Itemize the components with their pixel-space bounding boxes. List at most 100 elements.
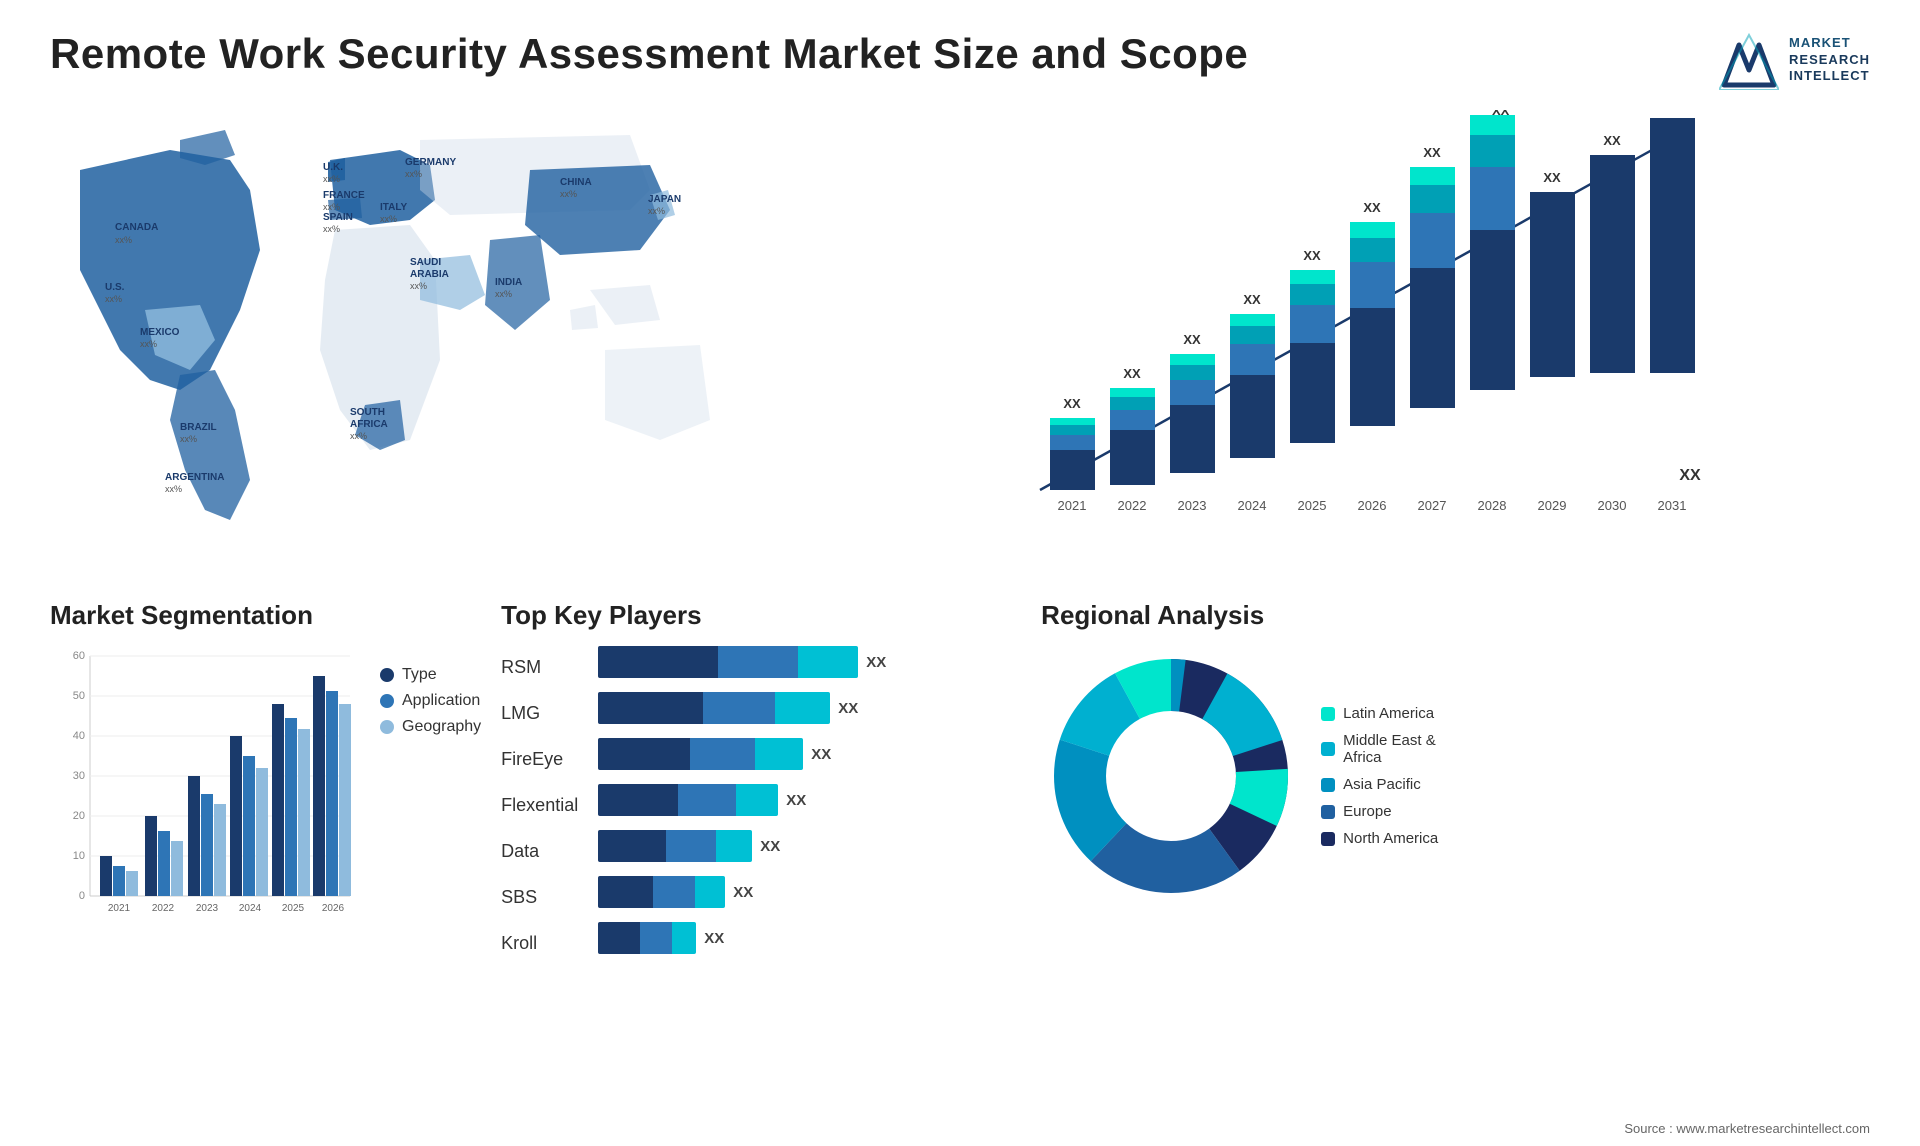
lmg-bar xyxy=(598,692,830,724)
rsm-value: XX xyxy=(866,654,886,671)
kroll-value: XX xyxy=(704,930,724,947)
flexential-bar-row: XX xyxy=(598,784,1021,816)
page-title: Remote Work Security Assessment Market S… xyxy=(50,30,1248,78)
flexential-bar xyxy=(598,784,778,816)
key-players-title: Top Key Players xyxy=(501,600,1021,631)
bar-chart-container: 2021 XX 2022 XX 2023 XX xyxy=(830,110,1870,570)
svg-text:2024: 2024 xyxy=(239,903,262,914)
svg-text:XX: XX xyxy=(1123,366,1141,381)
svg-text:JAPAN: JAPAN xyxy=(648,194,681,205)
svg-text:XX: XX xyxy=(1243,292,1261,307)
type-dot xyxy=(380,668,394,682)
application-dot xyxy=(380,694,394,708)
reg-asia-pacific: Asia Pacific xyxy=(1321,776,1438,793)
svg-text:2022: 2022 xyxy=(1118,498,1147,513)
players-bars: XX XX xyxy=(598,646,1021,959)
reg-europe: Europe xyxy=(1321,803,1438,820)
europe-dot xyxy=(1321,805,1335,819)
svg-text:2023: 2023 xyxy=(1178,498,1207,513)
svg-text:xx%: xx% xyxy=(323,202,340,212)
legend-geography: Geography xyxy=(380,718,481,736)
regional-section: Regional Analysis xyxy=(1041,600,1870,990)
segmentation-chart: 0 10 20 30 40 50 60 xyxy=(50,646,360,936)
top-row: CANADA xx% U.S. xx% MEXICO xx% BRAZIL xx… xyxy=(50,110,1870,570)
source-text: Source : www.marketresearchintellect.com xyxy=(1624,1121,1870,1136)
svg-text:40: 40 xyxy=(73,730,85,742)
svg-text:FRANCE: FRANCE xyxy=(323,190,365,201)
geography-dot xyxy=(380,720,394,734)
lmg-bar-row: XX xyxy=(598,692,1021,724)
sbs-bar xyxy=(598,876,725,908)
svg-text:10: 10 xyxy=(73,850,85,862)
fireeye-value: XX xyxy=(811,746,831,763)
svg-text:xx%: xx% xyxy=(380,214,397,224)
svg-text:xx%: xx% xyxy=(323,174,340,184)
svg-text:XX: XX xyxy=(1423,145,1441,160)
asia-pacific-dot xyxy=(1321,778,1335,792)
logo: MARKET RESEARCH INTELLECT xyxy=(1719,30,1870,90)
segmentation-legend: Type Application Geography xyxy=(380,646,481,736)
legend-application: Application xyxy=(380,692,481,710)
canada-label: CANADA xyxy=(115,222,158,233)
player-fireeye: FireEye xyxy=(501,743,578,775)
svg-text:xx%: xx% xyxy=(115,235,132,245)
svg-text:xx%: xx% xyxy=(140,339,157,349)
player-flexential: Flexential xyxy=(501,789,578,821)
data-bar xyxy=(598,830,752,862)
svg-text:2029: 2029 xyxy=(1538,498,1567,513)
rsm-bar-row: XX xyxy=(598,646,1021,678)
svg-text:2031: 2031 xyxy=(1658,498,1687,513)
svg-text:ITALY: ITALY xyxy=(380,202,408,213)
segmentation-section: Market Segmentation 0 10 20 30 40 50 60 xyxy=(50,600,481,990)
svg-text:BRAZIL: BRAZIL xyxy=(180,422,217,433)
rsm-bar xyxy=(598,646,858,678)
svg-text:2026: 2026 xyxy=(322,903,345,914)
svg-text:2025: 2025 xyxy=(1298,498,1327,513)
svg-text:2026: 2026 xyxy=(1358,498,1387,513)
players-labels: RSM LMG FireEye Flexential Data SBS Krol… xyxy=(501,646,578,959)
lmg-value: XX xyxy=(838,700,858,717)
fireeye-bar xyxy=(598,738,803,770)
svg-text:GERMANY: GERMANY xyxy=(405,157,456,168)
player-data: Data xyxy=(501,835,578,867)
north-america-dot xyxy=(1321,832,1335,846)
svg-text:XX: XX xyxy=(1183,332,1201,347)
key-players-section: Top Key Players RSM LMG FireEye Flexenti… xyxy=(501,600,1021,990)
svg-text:xx%: xx% xyxy=(165,484,182,494)
svg-text:XX: XX xyxy=(1603,133,1621,148)
regional-content: Latin America Middle East &Africa Asia P… xyxy=(1041,646,1870,906)
svg-text:AFRICA: AFRICA xyxy=(350,419,388,430)
svg-text:2030: 2030 xyxy=(1598,498,1627,513)
sbs-value: XX xyxy=(733,884,753,901)
svg-text:2021: 2021 xyxy=(108,903,131,914)
svg-text:XX: XX xyxy=(1679,467,1701,484)
svg-text:INDIA: INDIA xyxy=(495,277,522,288)
reg-north-america: North America xyxy=(1321,830,1438,847)
svg-text:xx%: xx% xyxy=(560,189,577,199)
svg-text:xx%: xx% xyxy=(495,289,512,299)
svg-text:XX: XX xyxy=(1492,110,1510,118)
page: Remote Work Security Assessment Market S… xyxy=(0,0,1920,1146)
svg-text:XX: XX xyxy=(1063,396,1081,411)
svg-text:xx%: xx% xyxy=(648,206,665,216)
svg-text:ARABIA: ARABIA xyxy=(410,269,449,280)
regional-legend: Latin America Middle East &Africa Asia P… xyxy=(1321,705,1438,847)
svg-text:60: 60 xyxy=(73,650,85,662)
regional-title: Regional Analysis xyxy=(1041,600,1870,631)
latin-america-dot xyxy=(1321,707,1335,721)
player-lmg: LMG xyxy=(501,697,578,729)
svg-text:2023: 2023 xyxy=(196,903,219,914)
logo-text: MARKET RESEARCH INTELLECT xyxy=(1789,35,1870,86)
map-container: CANADA xx% U.S. xx% MEXICO xx% BRAZIL xx… xyxy=(50,110,800,570)
world-map: CANADA xx% U.S. xx% MEXICO xx% BRAZIL xx… xyxy=(50,110,800,540)
svg-text:30: 30 xyxy=(73,770,85,782)
svg-text:50: 50 xyxy=(73,690,85,702)
svg-text:xx%: xx% xyxy=(105,294,122,304)
svg-text:20: 20 xyxy=(73,810,85,822)
svg-text:U.S.: U.S. xyxy=(105,282,125,293)
svg-text:XX: XX xyxy=(1303,248,1321,263)
svg-text:SPAIN: SPAIN xyxy=(323,212,353,223)
svg-text:CHINA: CHINA xyxy=(560,177,592,188)
svg-text:2027: 2027 xyxy=(1418,498,1447,513)
data-value: XX xyxy=(760,838,780,855)
